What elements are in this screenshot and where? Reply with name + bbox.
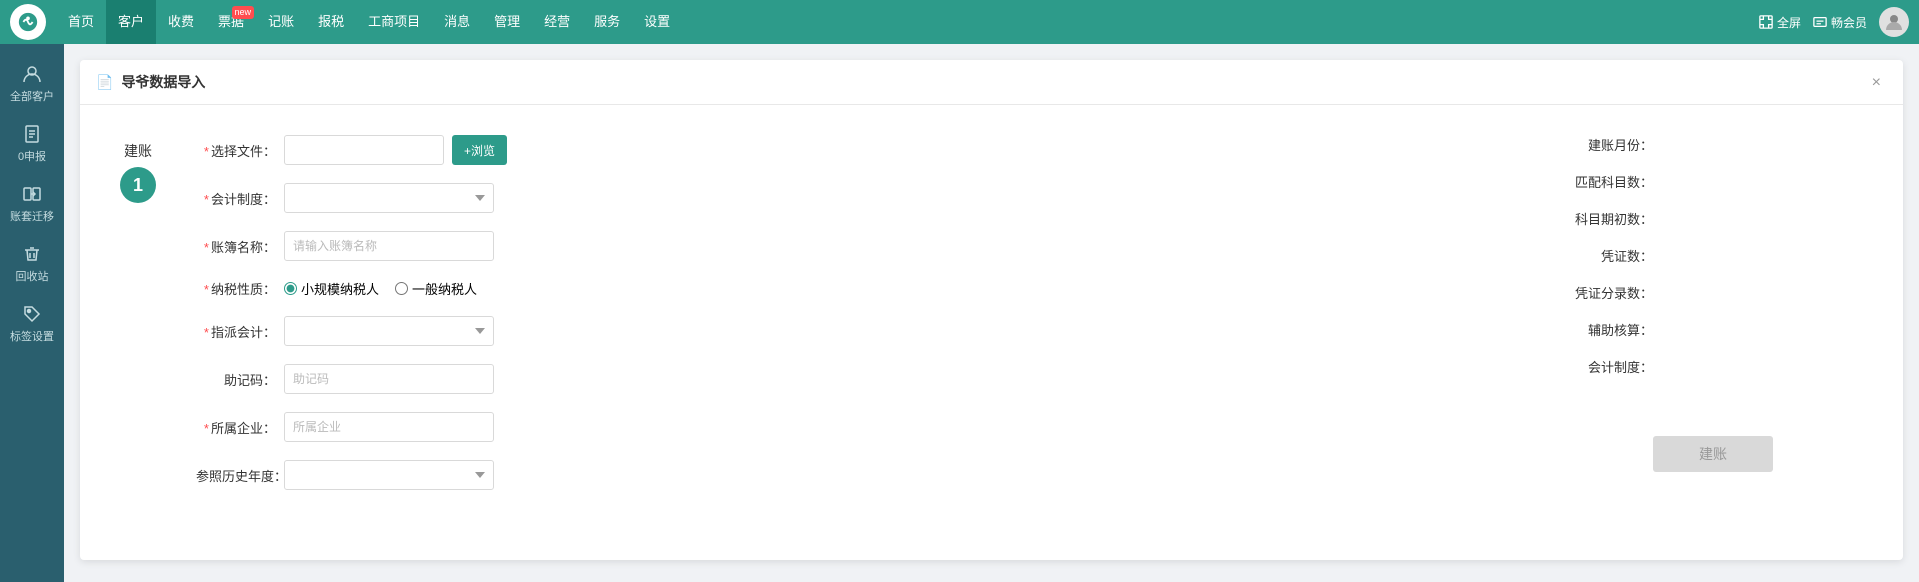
match-subjects-label: 匹配科目数： [1563, 172, 1653, 191]
nav-item-operation[interactable]: 经营 [532, 0, 582, 44]
nav-item-message[interactable]: 消息 [432, 0, 482, 44]
voucher-count-row: 凭证数： [1563, 246, 1863, 265]
new-badge: new [232, 6, 255, 19]
create-account-button[interactable]: 建账 [1653, 436, 1773, 472]
nav-item-industry[interactable]: 工商项目 [356, 0, 432, 44]
file-input[interactable] [284, 135, 444, 165]
nav-item-manage[interactable]: 管理 [482, 0, 532, 44]
account-name-input[interactable] [284, 231, 494, 261]
nav-items: 首页 客户 收费 票据 new 记账 报税 工商项目 消息 管理 经营 服务 设… [56, 0, 1759, 44]
top-nav: 首页 客户 收费 票据 new 记账 报税 工商项目 消息 管理 经营 服务 设… [0, 0, 1919, 44]
account-name-row: *账簿名称： [196, 231, 1523, 261]
voucher-entries-row: 凭证分录数： [1563, 283, 1863, 302]
sidebar-item-all-customers[interactable]: 全部客户 [0, 54, 64, 114]
required-star: * [204, 144, 209, 159]
memo-code-input[interactable] [284, 364, 494, 394]
account-system-select[interactable] [284, 183, 494, 213]
voucher-count-label: 凭证数： [1563, 246, 1653, 265]
company-label: *所属企业： [196, 418, 276, 437]
history-year-select[interactable] [284, 460, 494, 490]
member-btn[interactable]: 畅会员 [1813, 14, 1867, 31]
nav-item-billing[interactable]: 收费 [156, 0, 206, 44]
voucher-entries-label: 凭证分录数： [1563, 283, 1653, 302]
file-select-row: *选择文件： +浏览 [196, 135, 1523, 165]
match-subjects-row: 匹配科目数： [1563, 172, 1863, 191]
right-panel: 建账月份： 匹配科目数： 科目期初数： 凭证数： [1563, 135, 1863, 508]
dialog-title: 导爷数据导入 [121, 72, 205, 92]
assign-accountant-select[interactable] [284, 316, 494, 346]
nav-item-ledger[interactable]: 记账 [256, 0, 306, 44]
user-avatar[interactable] [1879, 7, 1909, 37]
account-month-label: 建账月份： [1563, 135, 1653, 154]
step-section: 建账 1 [120, 135, 156, 508]
nav-item-tax[interactable]: 报税 [306, 0, 356, 44]
import-icon: 📄 [96, 74, 113, 91]
nav-item-settings[interactable]: 设置 [632, 0, 682, 44]
step-circle: 1 [120, 167, 156, 203]
account-name-label: *账簿名称： [196, 237, 276, 256]
app-logo[interactable] [10, 4, 46, 40]
auxiliary-label: 辅助核算： [1563, 320, 1653, 339]
tax-type-label: *纳税性质： [196, 279, 276, 298]
history-year-row: 参照历史年度： [196, 460, 1523, 490]
main-layout: 全部客户 0申报 账套迁移 回收站 [0, 44, 1919, 582]
sidebar-item-declaration[interactable]: 0申报 [0, 114, 64, 174]
subject-init-label: 科目期初数： [1563, 209, 1653, 228]
radio-general[interactable]: 一般纳税人 [395, 279, 477, 298]
radio-small-scale[interactable]: 小规模纳税人 [284, 279, 379, 298]
browse-button[interactable]: +浏览 [452, 135, 507, 165]
assign-accountant-row: *指派会计： [196, 316, 1523, 346]
nav-item-invoice[interactable]: 票据 new [206, 0, 256, 44]
auxiliary-row: 辅助核算： [1563, 320, 1863, 339]
fullscreen-btn[interactable]: 全屏 [1759, 14, 1801, 31]
tax-type-row: *纳税性质： 小规模纳税人 一般纳税人 [196, 279, 1523, 298]
step-label: 建账 [124, 141, 152, 161]
accounting-system-label: 会计制度： [1563, 357, 1653, 376]
sidebar-item-tag-settings[interactable]: 标签设置 [0, 294, 64, 354]
account-month-row: 建账月份： [1563, 135, 1863, 154]
import-dialog: 📄 导爷数据导入 × 建账 1 *选择文件： [80, 60, 1903, 560]
account-system-row: *会计制度： [196, 183, 1523, 213]
memo-code-label: 助记码： [196, 370, 276, 389]
history-year-label: 参照历史年度： [196, 466, 276, 485]
nav-item-customer[interactable]: 客户 [106, 0, 156, 44]
tax-type-radio-group: 小规模纳税人 一般纳税人 [284, 279, 477, 298]
sidebar: 全部客户 0申报 账套迁移 回收站 [0, 44, 64, 582]
memo-code-row: 助记码： [196, 364, 1523, 394]
assign-accountant-label: *指派会计： [196, 322, 276, 341]
sidebar-item-account-migration[interactable]: 账套迁移 [0, 174, 64, 234]
close-button[interactable]: × [1866, 72, 1887, 94]
nav-item-home[interactable]: 首页 [56, 0, 106, 44]
dialog-body: 建账 1 *选择文件： +浏览 [80, 105, 1903, 538]
company-input[interactable] [284, 412, 494, 442]
content-area: 📄 导爷数据导入 × 建账 1 *选择文件： [64, 44, 1919, 582]
file-select-label: *选择文件： [196, 141, 276, 160]
sidebar-item-recycle[interactable]: 回收站 [0, 234, 64, 294]
form-section: *选择文件： +浏览 *会计制度： [196, 135, 1523, 508]
company-row: *所属企业： [196, 412, 1523, 442]
nav-item-service[interactable]: 服务 [582, 0, 632, 44]
account-system-label: *会计制度： [196, 189, 276, 208]
subject-init-row: 科目期初数： [1563, 209, 1863, 228]
dialog-header: 📄 导爷数据导入 × [80, 60, 1903, 105]
nav-right: 全屏 畅会员 [1759, 7, 1909, 37]
accounting-system-row: 会计制度： [1563, 357, 1863, 376]
